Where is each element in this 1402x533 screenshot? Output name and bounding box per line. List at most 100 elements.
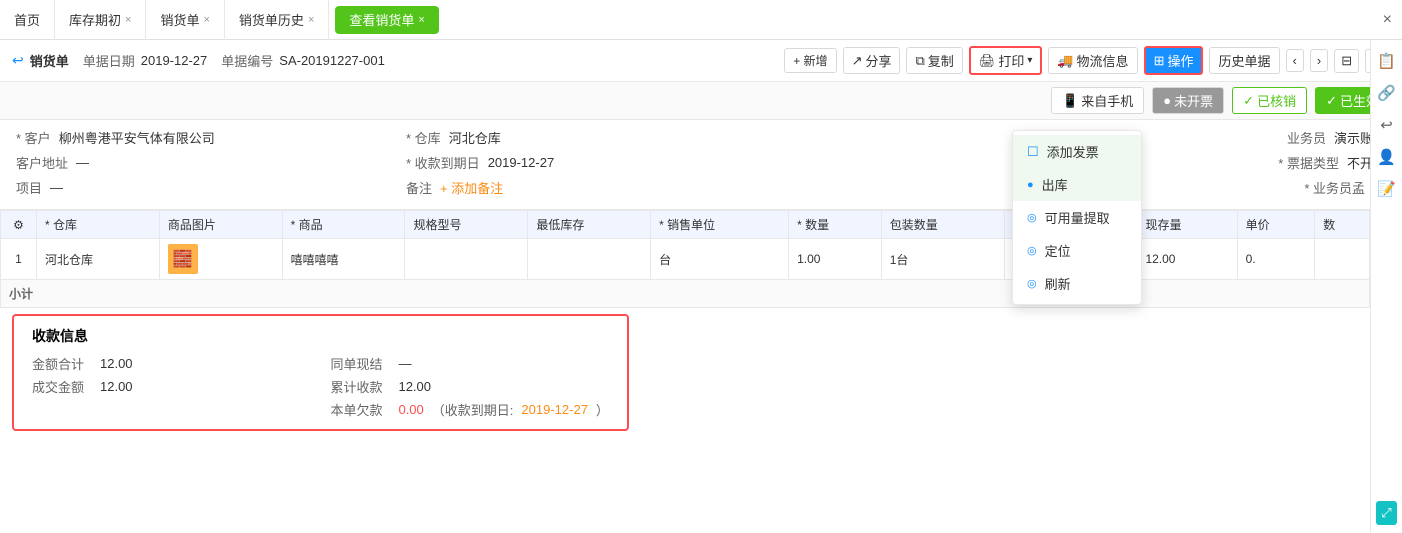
table-wrap: ⚙ * 仓库 商品图片 * 商品 规格型号 最低库存 * 销售单位 * 数量 包… xyxy=(0,209,1370,308)
form-section: * 客户 柳州粤港平安气体有限公司 * 仓库 河北仓库 业务员 演示账号 客户地… xyxy=(0,120,1402,209)
form-row-3: 项目 — 备注 + 添加备注 * 业务员孟 — xyxy=(16,178,1386,197)
col-min-stock: 最低库存 xyxy=(528,211,651,239)
operations-button[interactable]: ⊞ 操作 xyxy=(1144,46,1204,75)
summary-section: 收款信息 金额合计 12.00 同单现结 — 成交金额 12.00 累计收款 1… xyxy=(0,308,1402,437)
col-price: 单价 xyxy=(1237,211,1314,239)
col-stock: 现存量 xyxy=(1137,211,1237,239)
employee-label: 业务员 xyxy=(1287,128,1326,147)
tab-bar: 首页 库存期初 × 销货单 × 销货单历史 × 查看销货单 × × xyxy=(0,0,1402,40)
warehouse-value: 河北仓库 xyxy=(449,128,501,147)
effective-icon: ✓ xyxy=(1326,93,1337,109)
row-spec xyxy=(405,239,528,280)
tab-close-view-sales[interactable]: × xyxy=(418,14,424,26)
address-label: 客户地址 xyxy=(16,153,68,172)
tab-sales-history[interactable]: 销货单历史 × xyxy=(225,0,329,40)
tab-sales-order[interactable]: 销货单 × xyxy=(146,0,224,40)
tab-close-inventory[interactable]: × xyxy=(125,14,131,26)
dropdown-item-refresh[interactable]: ◎ 刷新 xyxy=(1013,267,1141,300)
share-button[interactable]: ↗ 分享 xyxy=(843,47,901,74)
action-bar: 📱 来自手机 ● 未开票 ✓ 已核销 ✓ 已生效 xyxy=(0,82,1402,120)
doc-type-label: 销货单 xyxy=(30,51,69,70)
arrears-row: 本单欠款 0.00 （收款到期日: 2019-12-27 ） xyxy=(330,400,608,419)
print-button[interactable]: 🖨 打印 ▾ xyxy=(969,46,1043,75)
salesperson-label: * 业务员孟 xyxy=(1304,178,1365,197)
payment-due-value: 2019-12-27 xyxy=(488,155,555,170)
sidebar-icon-doc[interactable]: 📋 xyxy=(1373,48,1400,74)
new-button[interactable]: + 新增 xyxy=(784,48,836,73)
amount-total-label: 金额合计 xyxy=(32,354,92,373)
window-close-button[interactable]: × xyxy=(1383,11,1392,29)
tab-home[interactable]: 首页 xyxy=(0,0,55,40)
same-order-row: 同单现结 — xyxy=(330,354,608,373)
row-price: 0. xyxy=(1237,239,1314,280)
amount-total-row: 金额合计 12.00 xyxy=(32,354,310,373)
tab-view-sales[interactable]: 查看销货单 × xyxy=(335,6,438,34)
address-value: — xyxy=(76,155,89,170)
warehouse-label: * 仓库 xyxy=(406,128,441,147)
ticket-type-label: * 票据类型 xyxy=(1278,153,1339,172)
col-spec: 规格型号 xyxy=(405,211,528,239)
tab-inventory-init[interactable]: 库存期初 × xyxy=(55,0,146,40)
main-content: ↩ 销货单 单据日期 2019-12-27 单据编号 SA-20191227-0… xyxy=(0,40,1402,533)
next-button[interactable]: › xyxy=(1310,49,1328,72)
row-product-img: 🧱 xyxy=(159,239,282,280)
col-amount: 数 xyxy=(1315,211,1370,239)
warehouse-field: * 仓库 河北仓库 xyxy=(406,128,606,147)
form-row-2: 客户地址 — * 收款到期日 2019-12-27 * 票据类型 不开票 xyxy=(16,153,1386,172)
sidebar-icon-expand[interactable]: ⤢ xyxy=(1376,501,1396,525)
project-field: 项目 — xyxy=(16,178,366,197)
history-button[interactable]: 历史单据 xyxy=(1209,47,1279,74)
tab-close-sales[interactable]: × xyxy=(203,14,209,26)
note-field: 备注 + 添加备注 xyxy=(406,178,606,197)
refresh-icon: ◎ xyxy=(1027,277,1037,290)
dropdown-item-out-warehouse[interactable]: ● 出库 xyxy=(1013,168,1141,201)
copy-icon: ⧉ xyxy=(915,53,924,69)
address-field: 客户地址 — xyxy=(16,153,366,172)
copy-button[interactable]: ⧉ 复制 xyxy=(906,47,962,74)
mobile-button[interactable]: 📱 来自手机 xyxy=(1051,87,1144,114)
sidebar-icon-user[interactable]: 👤 xyxy=(1373,144,1400,170)
row-stock: 12.00 xyxy=(1137,239,1237,280)
sidebar-icon-note[interactable]: 📝 xyxy=(1373,176,1400,202)
payment-due-label: * 收款到期日 xyxy=(406,153,480,172)
dropdown-item-available[interactable]: ◎ 可用量提取 xyxy=(1013,201,1141,234)
doc-icon: ↩ xyxy=(12,52,24,69)
dropdown-item-add-invoice[interactable]: ☐ 添加发票 xyxy=(1013,135,1141,168)
same-order-value: — xyxy=(398,356,411,371)
col-settings[interactable]: ⚙ xyxy=(1,211,37,239)
subtotal-label: 小计 xyxy=(1,280,1370,308)
prev-button[interactable]: ‹ xyxy=(1286,49,1304,72)
table-row: 1 河北仓库 🧱 嘻嘻嘻嘻 台 1.00 1台 12.00 0. xyxy=(1,239,1370,280)
subtotal-row: 小计 xyxy=(1,280,1370,308)
form-row-1: * 客户 柳州粤港平安气体有限公司 * 仓库 河北仓库 业务员 演示账号 xyxy=(16,128,1386,147)
sidebar-icon-link[interactable]: 🔗 xyxy=(1373,80,1400,106)
row-unit: 台 xyxy=(651,239,789,280)
right-sidebar: 📋 🔗 ↩ 👤 📝 ⤢ xyxy=(1370,40,1402,533)
date-label: 单据日期 xyxy=(83,51,135,70)
col-warehouse: * 仓库 xyxy=(37,211,160,239)
arrears-value: 0.00 xyxy=(398,402,423,417)
mobile-icon: 📱 xyxy=(1062,93,1078,109)
cumulative-value: 12.00 xyxy=(398,379,431,394)
logistics-icon: 🚚 xyxy=(1057,53,1073,69)
add-note-button[interactable]: + 添加备注 xyxy=(440,178,503,197)
check-button[interactable]: ✓ 已核销 xyxy=(1232,87,1307,114)
col-quantity: * 数量 xyxy=(789,211,882,239)
dropdown-item-locate[interactable]: ◎ 定位 xyxy=(1013,234,1141,267)
col-product-img: 商品图片 xyxy=(159,211,282,239)
same-order-label: 同单现结 xyxy=(330,354,390,373)
grid-view-button[interactable]: ⊟ xyxy=(1334,49,1359,73)
logistics-button[interactable]: 🚚 物流信息 xyxy=(1048,47,1137,74)
col-unit: * 销售单位 xyxy=(651,211,789,239)
not-open-button[interactable]: ● 未开票 xyxy=(1152,87,1224,114)
row-product: 嘻嘻嘻嘻 xyxy=(282,239,405,280)
transaction-row: 成交金额 12.00 xyxy=(32,377,310,396)
sidebar-icon-reply[interactable]: ↩ xyxy=(1376,112,1397,138)
available-icon: ◎ xyxy=(1027,211,1037,224)
tab-close-history[interactable]: × xyxy=(308,14,314,26)
locate-icon: ◎ xyxy=(1027,244,1037,257)
transaction-value: 12.00 xyxy=(100,379,133,394)
cumulative-label: 累计收款 xyxy=(330,377,390,396)
summary-title: 收款信息 xyxy=(32,326,609,346)
arrears-label: 本单欠款 xyxy=(330,400,390,419)
